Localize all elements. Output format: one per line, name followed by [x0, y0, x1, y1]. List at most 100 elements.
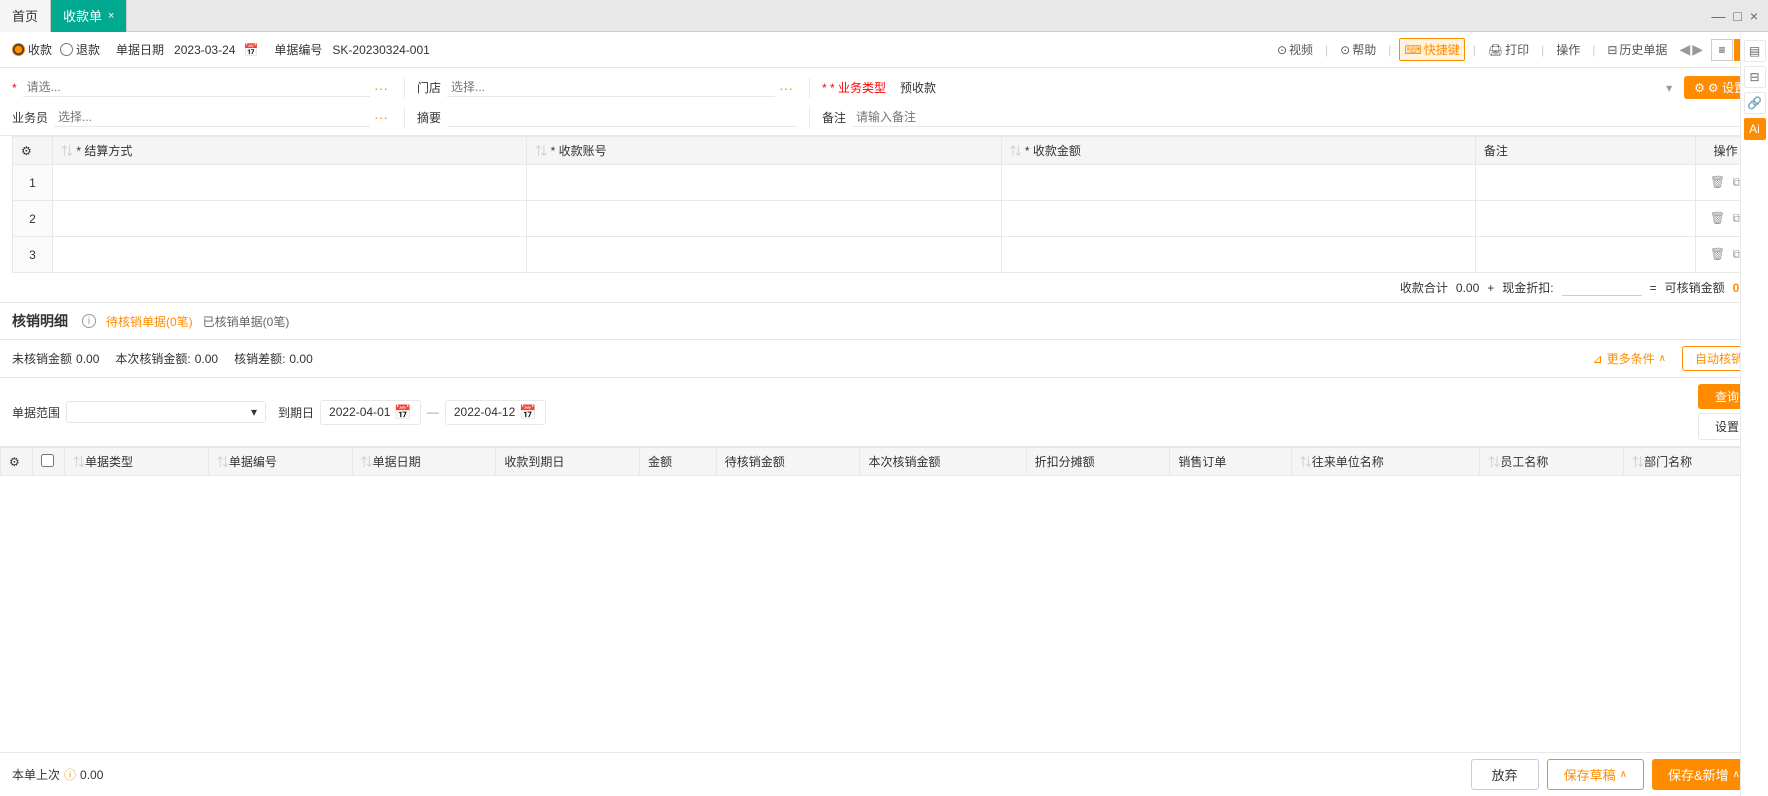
- store-input[interactable]: [447, 78, 775, 97]
- window-close-icon[interactable]: ×: [1750, 8, 1758, 24]
- radio-refund[interactable]: 退款: [60, 41, 100, 58]
- bottom-bar: 本单上次 ⓘ 0.00 放弃 保存草稿 ∧ 保存&新增 ∧: [0, 752, 1768, 796]
- print-btn[interactable]: 🖨 打印: [1484, 39, 1533, 60]
- note-input[interactable]: [852, 108, 1756, 127]
- wt-doc-num-header: ⇅单据编号: [208, 448, 352, 476]
- delete-icon[interactable]: 🗑: [1710, 211, 1725, 225]
- sort-icon: ⇅: [1300, 455, 1312, 469]
- account-cell[interactable]: [527, 201, 1001, 237]
- store-ellipsis-btn[interactable]: ···: [775, 80, 797, 96]
- save-draft-dropdown-icon[interactable]: ∧: [1620, 769, 1627, 780]
- table-row: 2 🗑 ⧉: [13, 201, 1756, 237]
- settlement-cell[interactable]: [53, 237, 527, 273]
- tab-home[interactable]: 首页: [0, 0, 51, 32]
- settlement-cell[interactable]: [53, 165, 527, 201]
- date-from-input[interactable]: 2022-04-01 📅: [320, 400, 421, 425]
- summary-field: 摘要: [417, 108, 797, 127]
- delete-icon[interactable]: 🗑: [1710, 175, 1725, 189]
- summary-input[interactable]: [447, 108, 797, 127]
- note-cell[interactable]: [1475, 237, 1695, 273]
- summary-row: 收款合计 0.00 + 现金折扣: = 可核销金额 0.00: [0, 273, 1768, 303]
- cal-to-icon[interactable]: 📅: [519, 404, 536, 421]
- range-dropdown-icon: ▾: [251, 405, 257, 419]
- row-number: 1: [13, 165, 53, 201]
- sidebar-table-icon[interactable]: ▤: [1744, 40, 1766, 62]
- bottom-left: 本单上次 ⓘ 0.00: [12, 766, 103, 783]
- customer-field: * ···: [12, 78, 392, 97]
- account-cell[interactable]: [527, 237, 1001, 273]
- divider-1: [404, 78, 405, 98]
- more-conditions-btn[interactable]: ⊿ 更多条件 ∧: [1593, 350, 1666, 367]
- form-row-2: 业务员 ··· 摘要 备注: [12, 107, 1756, 127]
- note-cell[interactable]: [1475, 165, 1695, 201]
- row-number: 3: [13, 237, 53, 273]
- writeoff-stats: 未核销金额 0.00 本次核销金额: 0.00 核销差额: 0.00 ⊿ 更多条…: [0, 340, 1768, 378]
- save-draft-btn[interactable]: 保存草稿 ∧: [1547, 759, 1644, 790]
- amount-cell[interactable]: [1001, 201, 1475, 237]
- nav-next-icon[interactable]: ▶: [1692, 41, 1703, 58]
- salesperson-ellipsis-btn[interactable]: ···: [370, 109, 392, 125]
- col-amount-header: ⇅ * 收款金额: [1001, 137, 1475, 165]
- wt-settings-header[interactable]: ⚙: [1, 448, 33, 476]
- writeoff-table: ⚙ ⇅单据类型 ⇅单据编号 ⇅单据日期 收款到期日 金额 待核销金额 本次核销金…: [0, 447, 1768, 476]
- tab-receipt[interactable]: 收款单 ×: [51, 0, 127, 32]
- select-all-checkbox[interactable]: [41, 454, 54, 467]
- window-min-icon[interactable]: —: [1711, 8, 1725, 24]
- per-order-info-icon[interactable]: ⓘ: [64, 766, 76, 783]
- note-cell[interactable]: [1475, 201, 1695, 237]
- help-btn[interactable]: ⊙ 帮助: [1336, 39, 1380, 60]
- sort-icon: ⇅: [61, 144, 73, 158]
- video-icon: ⊙: [1277, 43, 1287, 57]
- help-icon: ⊙: [1340, 43, 1350, 57]
- amount-cell[interactable]: [1001, 165, 1475, 201]
- top-toolbar: 收款 退款 单据日期 2023-03-24 📅 单据编号 SK-20230324…: [0, 32, 1768, 68]
- tab-bar-right: — □ ×: [1711, 8, 1768, 24]
- layout-list-btn[interactable]: ≡: [1711, 39, 1733, 61]
- wt-customer-header: ⇅往来单位名称: [1291, 448, 1480, 476]
- business-type-field: * * 业务类型 预收款 ▾ ⚙ ⚙ 设置: [822, 76, 1756, 99]
- note-field: 备注: [822, 108, 1756, 127]
- sidebar-ai-icon[interactable]: Ai: [1744, 118, 1766, 140]
- date-calendar-icon[interactable]: 📅: [243, 43, 258, 57]
- discard-btn[interactable]: 放弃: [1471, 759, 1539, 790]
- sidebar-layout-icon[interactable]: ⊟: [1744, 66, 1766, 88]
- cal-from-icon[interactable]: 📅: [394, 404, 411, 421]
- table-settings-header[interactable]: ⚙: [13, 137, 53, 165]
- account-cell[interactable]: [527, 165, 1001, 201]
- range-select[interactable]: ▾: [66, 401, 266, 423]
- nav-prev-icon[interactable]: ◀: [1679, 41, 1690, 58]
- done-tab[interactable]: 已核销单据(0笔): [203, 313, 290, 330]
- customer-input[interactable]: [23, 78, 370, 97]
- form-row-1: * ··· 门店 ··· * * 业务类型 预收款 ▾ ⚙ ⚙ 设置: [12, 76, 1756, 99]
- amount-cell[interactable]: [1001, 237, 1475, 273]
- wt-sales-order-header: 销售订单: [1170, 448, 1291, 476]
- discount-input[interactable]: [1562, 279, 1642, 296]
- operation-btn[interactable]: 操作: [1552, 39, 1584, 60]
- sidebar-link-icon[interactable]: 🔗: [1744, 92, 1766, 114]
- video-btn[interactable]: ⊙ 视频: [1273, 39, 1317, 60]
- customer-ellipsis-btn[interactable]: ···: [370, 80, 392, 96]
- tab-close-icon[interactable]: ×: [108, 10, 114, 22]
- sort-icon: ⇅: [217, 455, 229, 469]
- history-icon: ⊟: [1607, 43, 1617, 57]
- window-max-icon[interactable]: □: [1733, 8, 1741, 24]
- wt-discount-header: 折扣分摊额: [1026, 448, 1170, 476]
- wt-due-date-header: 收款到期日: [496, 448, 640, 476]
- receipt-type-group: 收款 退款: [12, 41, 100, 58]
- wt-checkbox-header[interactable]: [33, 448, 65, 476]
- writeoff-section: 核销明细 i 待核销单据(0笔) 已核销单据(0笔) 未核销金额 0.00 本次…: [0, 303, 1768, 752]
- date-to-input[interactable]: 2022-04-12 📅: [445, 400, 546, 425]
- row-number: 2: [13, 201, 53, 237]
- pending-tab[interactable]: 待核销单据(0笔): [106, 313, 193, 330]
- writeoff-info-icon[interactable]: i: [82, 314, 96, 328]
- shortcut-btn[interactable]: ⌨ 快捷键: [1399, 38, 1464, 61]
- delete-icon[interactable]: 🗑: [1710, 247, 1725, 261]
- radio-receipt[interactable]: 收款: [12, 41, 52, 58]
- this-time-stat: 本次核销金额: 0.00: [115, 350, 218, 367]
- save-new-dropdown-icon[interactable]: ∧: [1733, 769, 1740, 780]
- history-btn[interactable]: ⊟ 历史单据: [1603, 39, 1671, 60]
- number-field: 单据编号 SK-20230324-001: [274, 41, 429, 58]
- settlement-cell[interactable]: [53, 201, 527, 237]
- business-type-dropdown-icon[interactable]: ▾: [1666, 81, 1672, 95]
- salesperson-input[interactable]: [54, 108, 370, 127]
